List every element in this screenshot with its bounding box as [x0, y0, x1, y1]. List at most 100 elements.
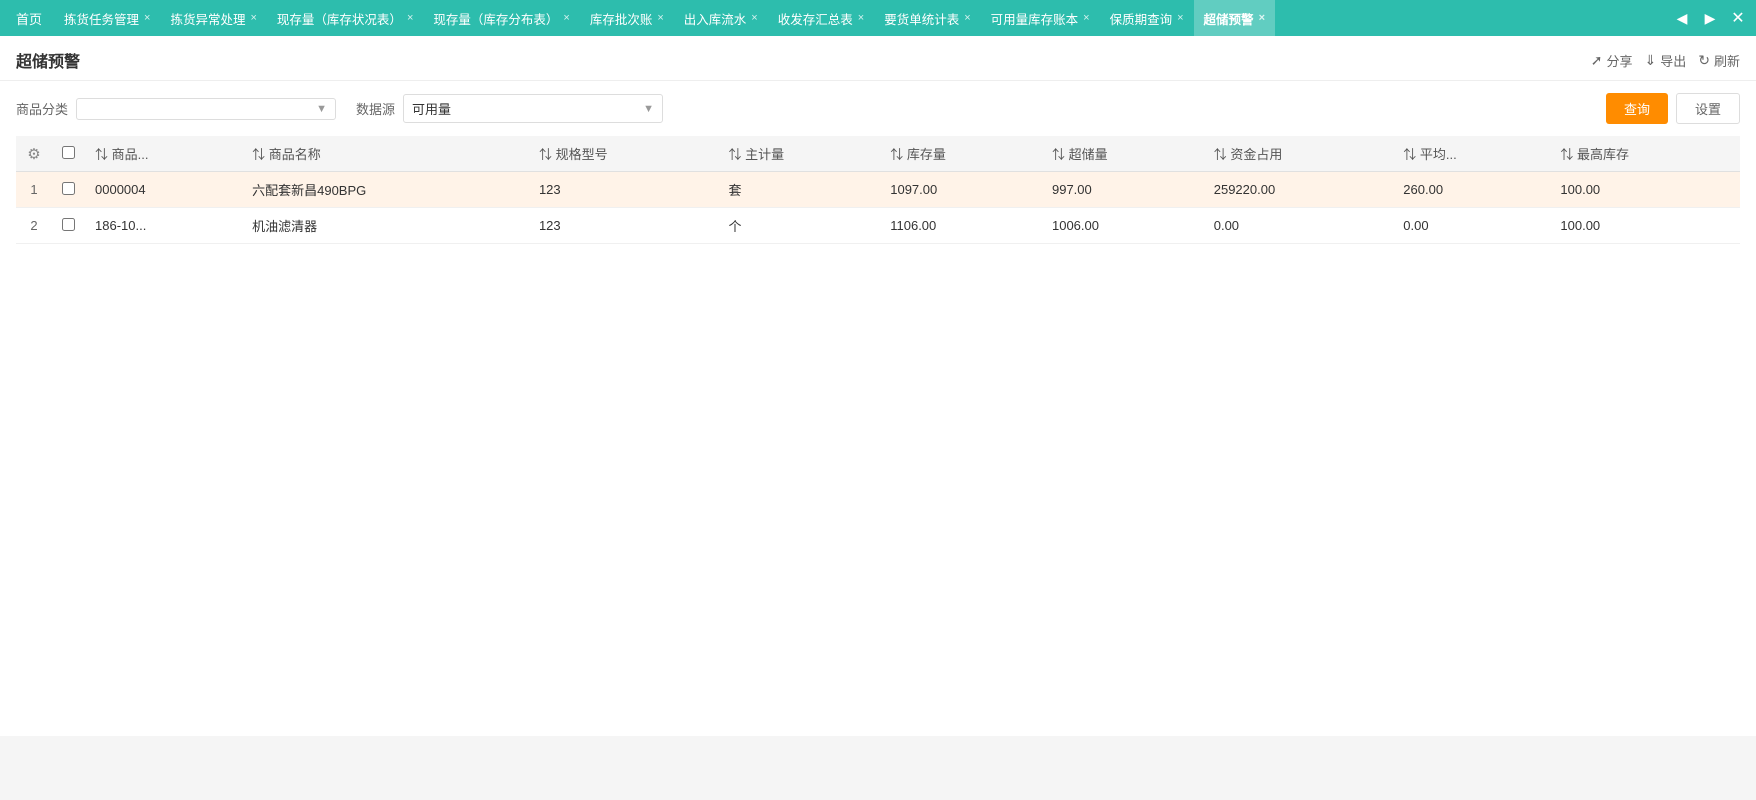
tab-baozhi-chaxun[interactable]: 保质期查询 ×	[1100, 0, 1194, 36]
select-all-col[interactable]	[52, 136, 85, 172]
share-button[interactable]: ➚ 分享	[1591, 51, 1633, 70]
close-tab-6[interactable]: ×	[858, 12, 864, 24]
row-1-select[interactable]	[62, 182, 75, 195]
row-2-avg: 0.00	[1393, 208, 1550, 244]
close-tab-1[interactable]: ×	[250, 12, 256, 24]
col-max-stock[interactable]: ⇅ 最高库存	[1550, 136, 1740, 172]
col-spec-label: 规格型号	[556, 147, 608, 162]
prev-tab-button[interactable]: ◀	[1668, 0, 1696, 36]
col-stock-label: 库存量	[907, 147, 946, 162]
col-avg-label: 平均...	[1420, 147, 1457, 162]
share-label: 分享	[1606, 51, 1632, 70]
row-2-overstock: 1006.00	[1042, 208, 1204, 244]
col-spec[interactable]: ⇅ 规格型号	[529, 136, 719, 172]
product-category-label: 商品分类	[16, 99, 68, 118]
next-tab-button[interactable]: ▶	[1696, 0, 1724, 36]
close-tab-5[interactable]: ×	[751, 12, 757, 24]
col-avg[interactable]: ⇅ 平均...	[1393, 136, 1550, 172]
filter-bar: 商品分类 ▼ 数据源 可用量 ▼ 查询 设置	[0, 81, 1756, 136]
row-2-product-code: 186-10...	[85, 208, 242, 244]
refresh-label: 刷新	[1714, 51, 1740, 70]
select-all-checkbox[interactable]	[62, 146, 75, 159]
close-tab-0[interactable]: ×	[144, 12, 150, 24]
close-tab-7[interactable]: ×	[964, 12, 970, 24]
export-icon: ⇓	[1645, 52, 1657, 69]
close-tab-9[interactable]: ×	[1177, 12, 1183, 24]
row-2-spec: 123	[529, 208, 719, 244]
home-tab[interactable]: 首页	[4, 9, 54, 28]
gear-icon[interactable]: ⚙	[27, 146, 40, 163]
page-header: 超储预警 ➚ 分享 ⇓ 导出 ↻ 刷新	[0, 36, 1756, 81]
row-2-capital: 0.00	[1204, 208, 1394, 244]
refresh-button[interactable]: ↻ 刷新	[1698, 51, 1740, 70]
close-tab-2[interactable]: ×	[407, 12, 413, 24]
col-stock[interactable]: ⇅ 库存量	[880, 136, 1042, 172]
row-1-index: 1	[16, 172, 52, 208]
col-unit[interactable]: ⇅ 主计量	[718, 136, 880, 172]
export-button[interactable]: ⇓ 导出	[1645, 51, 1687, 70]
col-product-name-label: 商品名称	[269, 147, 321, 162]
col-unit-label: 主计量	[745, 147, 784, 162]
filter-data-source: 数据源 可用量 ▼	[356, 94, 663, 123]
export-label: 导出	[1660, 51, 1686, 70]
data-table: ⚙ ⇅ 商品... ⇅ 商品名称 ⇅ 规格型号	[16, 136, 1740, 244]
close-tab-4[interactable]: ×	[657, 12, 663, 24]
row-1-checkbox[interactable]	[52, 172, 85, 208]
row-1-avg: 260.00	[1393, 172, 1550, 208]
data-source-select[interactable]: 可用量 ▼	[403, 94, 663, 123]
product-category-select[interactable]: ▼	[76, 98, 336, 120]
tab-xiancunliang-fenbu[interactable]: 现存量（库存分布表） ×	[423, 0, 579, 36]
tab-kucun-pici[interactable]: 库存批次账 ×	[580, 0, 674, 36]
table-container: ⚙ ⇅ 商品... ⇅ 商品名称 ⇅ 规格型号	[0, 136, 1756, 260]
top-navigation: 首页 拣货任务管理 × 拣货异常处理 × 现存量（库存状况表） × 现存量（库存…	[0, 0, 1756, 36]
tab-keyongliang-zhangben[interactable]: 可用量库存账本 ×	[981, 0, 1100, 36]
close-tab-3[interactable]: ×	[563, 12, 569, 24]
header-actions: ➚ 分享 ⇓ 导出 ↻ 刷新	[1591, 51, 1740, 70]
row-1-overstock: 997.00	[1042, 172, 1204, 208]
tab-shoufacun-huizong[interactable]: 收发存汇总表 ×	[768, 0, 874, 36]
data-source-value: 可用量	[412, 99, 635, 118]
data-source-arrow-icon: ▼	[643, 103, 654, 115]
row-2-select[interactable]	[62, 218, 75, 231]
nav-arrows-group: ◀ ▶ ✕	[1668, 0, 1752, 36]
row-2-max-stock: 100.00	[1550, 208, 1740, 244]
main-content: 超储预警 ➚ 分享 ⇓ 导出 ↻ 刷新 商品分类 ▼ 数据源	[0, 36, 1756, 736]
close-tab-8[interactable]: ×	[1083, 12, 1089, 24]
tab-panjiao-yichang[interactable]: 拣货异常处理 ×	[160, 0, 266, 36]
tab-yaohuo-tongji[interactable]: 要货单统计表 ×	[874, 0, 980, 36]
row-1-spec: 123	[529, 172, 719, 208]
query-button[interactable]: 查询	[1606, 93, 1668, 124]
tab-chaochuyujing[interactable]: 超储预警 ×	[1194, 0, 1275, 36]
close-tab-10[interactable]: ×	[1259, 12, 1265, 24]
col-capital[interactable]: ⇅ 资金占用	[1204, 136, 1394, 172]
col-capital-label: 资金占用	[1230, 147, 1282, 162]
col-product-code[interactable]: ⇅ 商品...	[85, 136, 242, 172]
tab-xiancunliang-zhuangkuang[interactable]: 现存量（库存状况表） ×	[267, 0, 423, 36]
row-2-checkbox[interactable]	[52, 208, 85, 244]
data-source-label: 数据源	[356, 99, 395, 118]
col-product-name[interactable]: ⇅ 商品名称	[242, 136, 529, 172]
row-1-max-stock: 100.00	[1550, 172, 1740, 208]
page-title: 超储预警	[16, 48, 80, 72]
settings-button[interactable]: 设置	[1676, 93, 1740, 124]
col-overstock[interactable]: ⇅ 超储量	[1042, 136, 1204, 172]
row-1-stock: 1097.00	[880, 172, 1042, 208]
row-2-unit: 个	[718, 208, 880, 244]
tab-panjiao-renwu[interactable]: 拣货任务管理 ×	[54, 0, 160, 36]
row-2-index: 2	[16, 208, 52, 244]
row-1-product-name: 六配套新昌490BPG	[242, 172, 529, 208]
product-category-arrow-icon: ▼	[316, 103, 327, 115]
row-1-capital: 259220.00	[1204, 172, 1394, 208]
row-2-product-name: 机油滤清器	[242, 208, 529, 244]
filter-actions: 查询 设置	[1606, 93, 1740, 124]
close-all-button[interactable]: ✕	[1724, 0, 1752, 36]
table-row: 2 186-10... 机油滤清器 123 个 1106.00 1006.00 …	[16, 208, 1740, 244]
row-1-product-code: 0000004	[85, 172, 242, 208]
gear-settings-col[interactable]: ⚙	[16, 136, 52, 172]
col-overstock-label: 超储量	[1069, 147, 1108, 162]
tab-churu-liushui[interactable]: 出入库流水 ×	[674, 0, 768, 36]
row-1-unit: 套	[718, 172, 880, 208]
share-icon: ➚	[1591, 52, 1603, 69]
table-row: 1 0000004 六配套新昌490BPG 123 套 1097.00 997.…	[16, 172, 1740, 208]
refresh-icon: ↻	[1698, 52, 1710, 69]
